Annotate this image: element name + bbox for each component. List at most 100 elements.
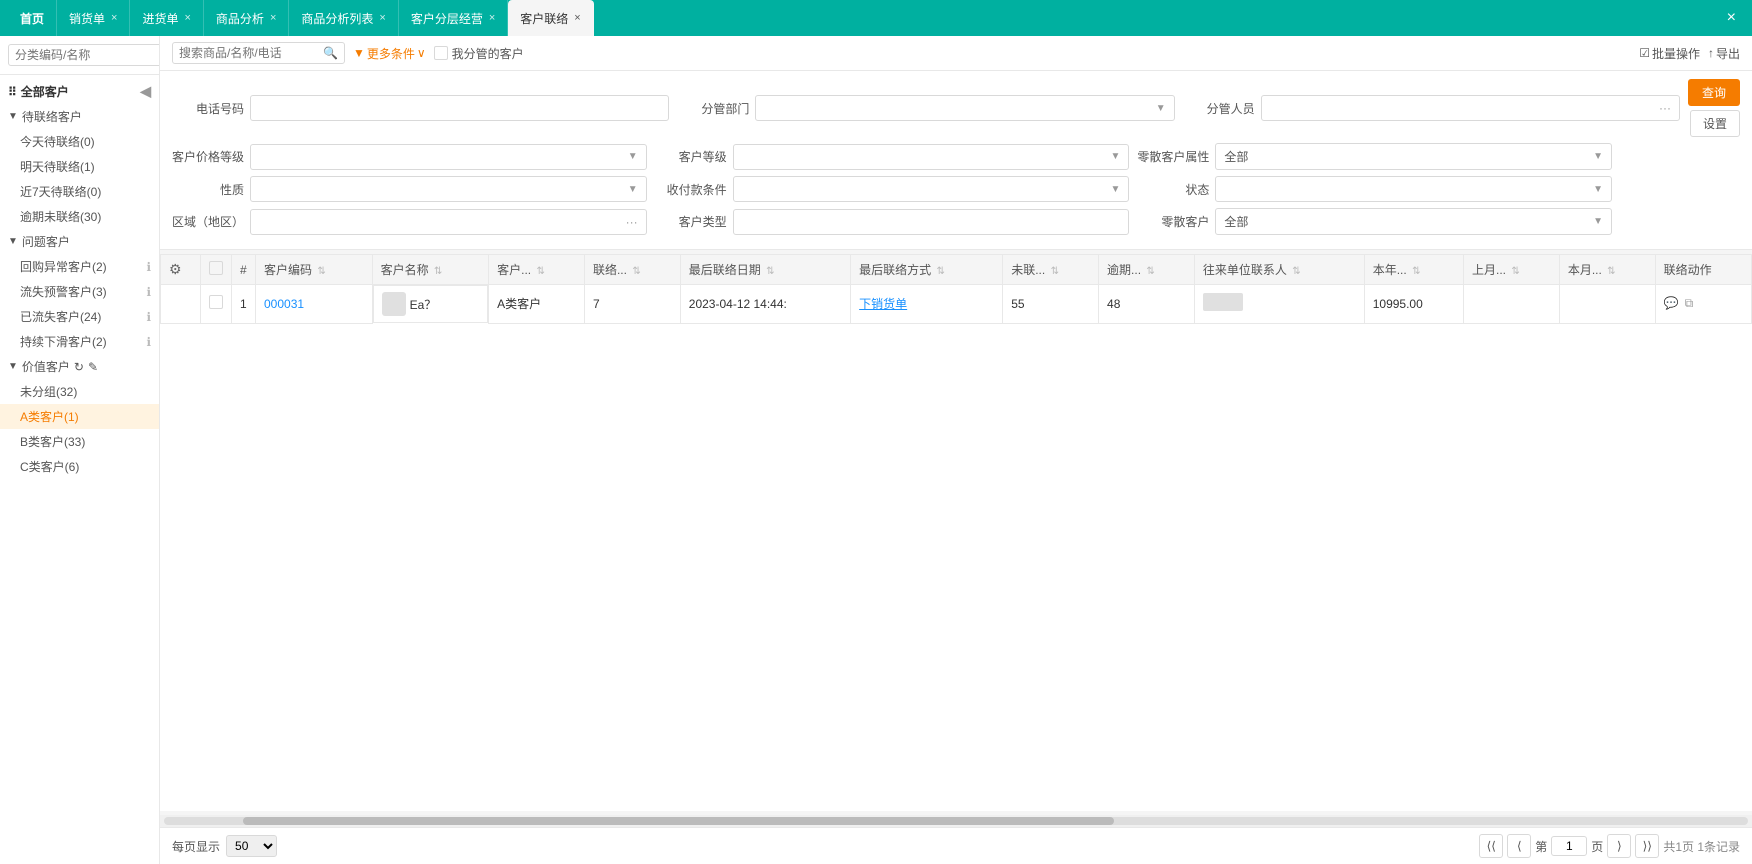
th-customer-type[interactable]: 客户... ⇅ xyxy=(489,255,585,285)
row-select-checkbox[interactable] xyxy=(209,295,223,309)
sidebar-search-area: 🔍 xyxy=(0,36,159,75)
row-action[interactable]: 💬 ⧉ xyxy=(1655,285,1751,324)
nav-product-analysis-list[interactable]: 商品分析列表 × xyxy=(289,0,398,36)
nav-customer-segment[interactable]: 客户分层经营 × xyxy=(399,0,508,36)
area-input[interactable]: ··· xyxy=(250,209,647,235)
horizontal-scrollbar[interactable] xyxy=(160,815,1752,827)
next-page-button[interactable]: ⟩ xyxy=(1607,834,1631,858)
sidebar-item-c-class[interactable]: C类客户(6) xyxy=(0,454,159,479)
category-search-input[interactable] xyxy=(8,44,160,66)
row-this-year: 10995.00 xyxy=(1364,285,1463,324)
sidebar-value-section[interactable]: ▼ 价值客户 ↻ ✎ xyxy=(0,354,159,379)
th-last-month[interactable]: 上月... ⇅ xyxy=(1463,255,1559,285)
batch-icon: ☑ xyxy=(1639,46,1650,60)
th-this-month[interactable]: 本月... ⇅ xyxy=(1559,255,1655,285)
select-all-checkbox[interactable] xyxy=(209,261,223,275)
query-button[interactable]: 查询 xyxy=(1688,79,1740,106)
th-customer-name[interactable]: 客户名称 ⇅ xyxy=(372,255,489,285)
sidebar-item-b-class[interactable]: B类客户(33) xyxy=(0,429,159,454)
payment-input[interactable]: ▼ xyxy=(733,176,1130,202)
close-product-analysis-icon[interactable]: × xyxy=(270,12,276,24)
action-message-icon[interactable]: 💬 xyxy=(1664,296,1679,311)
sort-code-icon: ⇅ xyxy=(317,266,325,277)
sidebar-item-week[interactable]: 近7天待联络(0) xyxy=(0,179,159,204)
sort-year-icon: ⇅ xyxy=(1412,266,1420,277)
nav-customer-contact[interactable]: 客户联络 × xyxy=(508,0,593,36)
th-overdue[interactable]: 逾期... ⇅ xyxy=(1099,255,1195,285)
edit-icon[interactable]: ✎ xyxy=(88,360,98,374)
th-uncontacted[interactable]: 未联... ⇅ xyxy=(1003,255,1099,285)
th-customer-code[interactable]: 客户编码 ⇅ xyxy=(256,255,373,285)
nav-sales-order[interactable]: 销货单 × xyxy=(57,0,130,36)
page-size-select[interactable]: 50 100 200 xyxy=(226,835,277,857)
more-conditions-button[interactable]: ▼ 更多条件 ∨ xyxy=(353,45,426,62)
filter-toolbar: 🔍 ▼ 更多条件 ∨ 我分管的客户 ☑ 批量操作 ↑ 导出 xyxy=(160,36,1752,71)
sidebar-item-declining[interactable]: 持续下滑客户(2) ℹ xyxy=(0,329,159,354)
phone-input[interactable] xyxy=(250,95,669,121)
close-segment-icon[interactable]: × xyxy=(489,12,495,24)
th-gear[interactable]: ⚙ xyxy=(161,255,201,285)
close-purchase-icon[interactable]: × xyxy=(184,12,190,24)
close-sales-order-icon[interactable]: × xyxy=(111,12,117,24)
sidebar-item-repeat[interactable]: 回购异常客户(2) ℹ xyxy=(0,254,159,279)
sidebar-item-today[interactable]: 今天待联络(0) xyxy=(0,129,159,154)
sidebar-collapse-icon[interactable]: ◀ xyxy=(140,83,151,100)
sort-type-icon: ⇅ xyxy=(536,266,544,277)
page-number-input[interactable] xyxy=(1551,836,1587,856)
prev-page-button[interactable]: ⟨ xyxy=(1507,834,1531,858)
my-customers-checkbox[interactable]: 我分管的客户 xyxy=(434,45,524,62)
action-link-icon[interactable]: ⧉ xyxy=(1685,296,1694,311)
status-input[interactable]: ▼ xyxy=(1215,176,1612,202)
retail-customer-input[interactable]: 全部 ▼ xyxy=(1215,208,1612,235)
retail-customer-field: 零散客户 全部 ▼ xyxy=(1137,208,1612,235)
sidebar-item-overdue[interactable]: 逾期未联络(30) xyxy=(0,204,159,229)
customer-level-input[interactable]: ▼ xyxy=(733,144,1130,170)
export-button[interactable]: ↑ 导出 xyxy=(1708,45,1740,62)
settings-button[interactable]: 设置 xyxy=(1690,110,1740,137)
nature-input[interactable]: ▼ xyxy=(250,176,647,202)
sidebar-item-churned[interactable]: 已流失客户(24) ℹ xyxy=(0,304,159,329)
search-icon[interactable]: 🔍 xyxy=(323,46,338,60)
close-product-list-icon[interactable]: × xyxy=(379,12,385,24)
sidebar-item-unclassified[interactable]: 未分组(32) xyxy=(0,379,159,404)
th-last-contact-date[interactable]: 最后联络日期 ⇅ xyxy=(680,255,850,285)
sidebar-all-customers-header[interactable]: ⠿ 全部客户 ◀ xyxy=(0,75,159,104)
close-all-button[interactable]: × xyxy=(1719,9,1744,27)
first-page-button[interactable]: ⟨⟨ xyxy=(1479,834,1503,858)
row-last-method[interactable]: 下销货单 xyxy=(851,285,1003,324)
th-this-year[interactable]: 本年... ⇅ xyxy=(1364,255,1463,285)
th-last-contact-method[interactable]: 最后联络方式 ⇅ xyxy=(851,255,1003,285)
sidebar-pending-section[interactable]: ▼ 待联络客户 xyxy=(0,104,159,129)
price-level-input[interactable]: ▼ xyxy=(250,144,647,170)
batch-operation-button[interactable]: ☑ 批量操作 xyxy=(1639,45,1700,62)
sidebar-item-tomorrow[interactable]: 明天待联络(1) xyxy=(0,154,159,179)
refresh-icon[interactable]: ↻ xyxy=(74,360,84,374)
dept-input[interactable]: ▼ xyxy=(755,95,1174,121)
nav-product-analysis[interactable]: 商品分析 × xyxy=(204,0,289,36)
nav-home[interactable]: 首页 xyxy=(8,0,57,36)
sidebar-item-a-class[interactable]: A类客户(1) xyxy=(0,404,159,429)
sidebar-item-lost-warning[interactable]: 流失预警客户(3) ℹ xyxy=(0,279,159,304)
query-button-area: 查询 设置 xyxy=(1688,79,1740,137)
person-input[interactable]: ··· xyxy=(1261,95,1680,121)
th-contact-count[interactable]: 联络... ⇅ xyxy=(584,255,680,285)
sidebar: 🔍 ⠿ 全部客户 ◀ ▼ 待联络客户 今天待联络(0) 明天待联络(1) 近7天… xyxy=(0,36,160,864)
customer-type-input[interactable] xyxy=(733,209,1130,235)
gear-icon[interactable]: ⚙ xyxy=(169,261,182,277)
scroll-thumb[interactable] xyxy=(243,817,1114,825)
th-company-contact[interactable]: 往来单位联系人 ⇅ xyxy=(1194,255,1364,285)
search-input[interactable] xyxy=(179,46,319,60)
price-level-dropdown-icon: ▼ xyxy=(628,151,638,162)
retail-attr-input[interactable]: 全部 ▼ xyxy=(1215,143,1612,170)
nature-dropdown-icon: ▼ xyxy=(628,184,638,195)
nav-purchase-order[interactable]: 进货单 × xyxy=(130,0,203,36)
sort-contact-icon: ⇅ xyxy=(632,266,640,277)
problem-arrow-icon: ▼ xyxy=(8,236,18,247)
close-contact-icon[interactable]: × xyxy=(574,12,580,24)
row-code[interactable]: 000031 xyxy=(256,285,373,324)
table-row: 1 000031 Ea？ A类客户 7 2023-04-12 14:44: 下销… xyxy=(161,285,1752,324)
last-page-button[interactable]: ⟩⟩ xyxy=(1635,834,1659,858)
sidebar-problem-section[interactable]: ▼ 问题客户 xyxy=(0,229,159,254)
phone-field: 电话号码 xyxy=(172,95,669,121)
value-arrow-icon: ▼ xyxy=(8,361,18,372)
